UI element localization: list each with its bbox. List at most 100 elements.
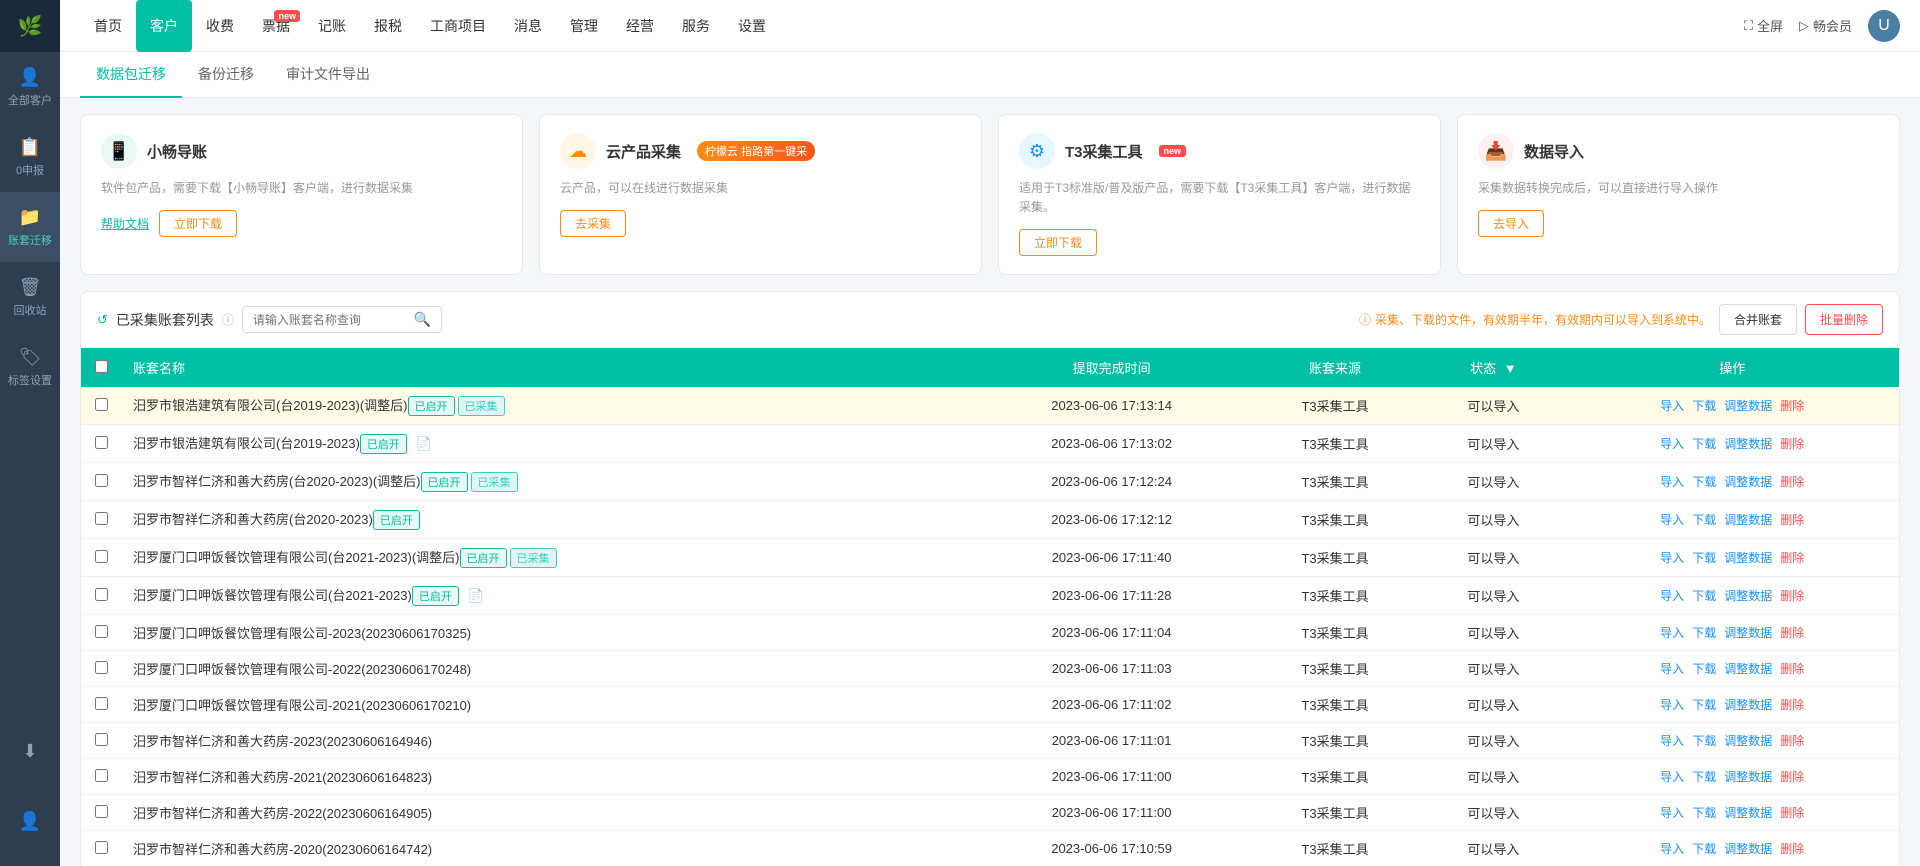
import-action[interactable]: 导入 [1660, 842, 1684, 856]
sidebar-item-download[interactable]: ⬇ [0, 716, 60, 786]
sidebar-item-label-settings[interactable]: 🏷 标签设置 [0, 332, 60, 402]
adjust-data-action[interactable]: 调整数据 [1724, 475, 1772, 489]
import-action[interactable]: 导入 [1660, 475, 1684, 489]
adjust-data-action[interactable]: 调整数据 [1724, 806, 1772, 820]
sidebar-item-zero-declare[interactable]: 📋 0申报 [0, 122, 60, 192]
adjust-data-action[interactable]: 调整数据 [1724, 589, 1772, 603]
help-icon[interactable]: ⓘ [222, 311, 234, 328]
filter-icon[interactable]: ▼ [1504, 361, 1517, 376]
adjust-data-action[interactable]: 调整数据 [1724, 437, 1772, 451]
help-doc-link[interactable]: 帮助文档 [101, 215, 149, 232]
delete-action[interactable]: 删除 [1780, 842, 1804, 856]
nav-messages[interactable]: 消息 [500, 0, 556, 52]
file-icon[interactable]: 📄 [416, 436, 432, 451]
import-action[interactable]: 导入 [1660, 698, 1684, 712]
row-checkbox[interactable] [95, 841, 108, 854]
download-action[interactable]: 下载 [1692, 589, 1716, 603]
row-checkbox[interactable] [95, 769, 108, 782]
sidebar-item-account-migrate[interactable]: 📁 账套迁移 [0, 192, 60, 262]
adjust-data-action[interactable]: 调整数据 [1724, 399, 1772, 413]
row-checkbox[interactable] [95, 474, 108, 487]
download-action[interactable]: 下载 [1692, 475, 1716, 489]
download-action[interactable]: 下载 [1692, 626, 1716, 640]
row-checkbox[interactable] [95, 550, 108, 563]
tab-backup-migrate[interactable]: 备份迁移 [182, 52, 270, 98]
adjust-data-action[interactable]: 调整数据 [1724, 734, 1772, 748]
download-action[interactable]: 下载 [1692, 551, 1716, 565]
tab-audit-export[interactable]: 审计文件导出 [270, 52, 386, 98]
nav-tax[interactable]: 报税 [360, 0, 416, 52]
delete-action[interactable]: 删除 [1780, 626, 1804, 640]
nav-client[interactable]: 客户 [136, 0, 192, 52]
delete-action[interactable]: 删除 [1780, 399, 1804, 413]
import-action[interactable]: 导入 [1660, 626, 1684, 640]
import-action[interactable]: 导入 [1660, 437, 1684, 451]
download-action[interactable]: 下载 [1692, 770, 1716, 784]
download-action[interactable]: 下载 [1692, 698, 1716, 712]
delete-action[interactable]: 删除 [1780, 662, 1804, 676]
file-icon[interactable]: 📄 [468, 588, 484, 603]
delete-action[interactable]: 删除 [1780, 475, 1804, 489]
download-action[interactable]: 下载 [1692, 734, 1716, 748]
import-action[interactable]: 导入 [1660, 770, 1684, 784]
adjust-data-action[interactable]: 调整数据 [1724, 698, 1772, 712]
vip-button[interactable]: ▷ 畅会员 [1799, 16, 1852, 35]
t3-download-button[interactable]: 立即下载 [1019, 229, 1097, 256]
merge-account-button[interactable]: 合并账套 [1719, 304, 1797, 335]
nav-service[interactable]: 服务 [668, 0, 724, 52]
download-action[interactable]: 下载 [1692, 399, 1716, 413]
import-action[interactable]: 导入 [1660, 806, 1684, 820]
import-action[interactable]: 导入 [1660, 589, 1684, 603]
download-action[interactable]: 下载 [1692, 842, 1716, 856]
nav-bizproject[interactable]: 工商项目 [416, 0, 500, 52]
nav-home[interactable]: 首页 [80, 0, 136, 52]
download-now-button[interactable]: 立即下载 [159, 210, 237, 237]
search-input[interactable] [253, 313, 408, 327]
import-action[interactable]: 导入 [1660, 513, 1684, 527]
adjust-data-action[interactable]: 调整数据 [1724, 551, 1772, 565]
nav-management[interactable]: 管理 [556, 0, 612, 52]
sidebar-item-all-clients[interactable]: 👤 全部客户 [0, 52, 60, 122]
delete-action[interactable]: 删除 [1780, 437, 1804, 451]
adjust-data-action[interactable]: 调整数据 [1724, 842, 1772, 856]
row-checkbox[interactable] [95, 661, 108, 674]
delete-action[interactable]: 删除 [1780, 589, 1804, 603]
refresh-icon[interactable]: ↺ [97, 312, 108, 328]
adjust-data-action[interactable]: 调整数据 [1724, 662, 1772, 676]
row-checkbox[interactable] [95, 588, 108, 601]
delete-action[interactable]: 删除 [1780, 551, 1804, 565]
batch-delete-button[interactable]: 批量删除 [1805, 304, 1883, 335]
sidebar-item-recycle[interactable]: 🗑 回收站 [0, 262, 60, 332]
row-checkbox[interactable] [95, 625, 108, 638]
download-action[interactable]: 下载 [1692, 662, 1716, 676]
row-checkbox[interactable] [95, 805, 108, 818]
delete-action[interactable]: 删除 [1780, 698, 1804, 712]
import-action[interactable]: 导入 [1660, 551, 1684, 565]
tab-data-migrate[interactable]: 数据包迁移 [80, 52, 182, 98]
delete-action[interactable]: 删除 [1780, 806, 1804, 820]
adjust-data-action[interactable]: 调整数据 [1724, 770, 1772, 784]
download-action[interactable]: 下载 [1692, 806, 1716, 820]
avatar[interactable]: U [1868, 10, 1900, 42]
search-submit-icon[interactable]: 🔍 [413, 311, 430, 328]
fullscreen-button[interactable]: ⛶ 全屏 [1744, 16, 1783, 35]
delete-action[interactable]: 删除 [1780, 513, 1804, 527]
nav-invoice[interactable]: 票据 new [248, 0, 304, 52]
sidebar-item-user-profile[interactable]: 👤 [0, 786, 60, 856]
row-checkbox[interactable] [95, 512, 108, 525]
download-action[interactable]: 下载 [1692, 437, 1716, 451]
nav-bookkeeping[interactable]: 记账 [304, 0, 360, 52]
nav-billing[interactable]: 收费 [192, 0, 248, 52]
adjust-data-action[interactable]: 调整数据 [1724, 626, 1772, 640]
row-checkbox[interactable] [95, 436, 108, 449]
row-checkbox[interactable] [95, 697, 108, 710]
go-collect-button[interactable]: 去采集 [560, 210, 626, 237]
nav-operation[interactable]: 经营 [612, 0, 668, 52]
select-all-checkbox[interactable] [95, 360, 108, 373]
delete-action[interactable]: 删除 [1780, 770, 1804, 784]
import-action[interactable]: 导入 [1660, 734, 1684, 748]
row-checkbox[interactable] [95, 733, 108, 746]
go-import-button[interactable]: 去导入 [1478, 210, 1544, 237]
import-action[interactable]: 导入 [1660, 662, 1684, 676]
row-checkbox[interactable] [95, 398, 108, 411]
